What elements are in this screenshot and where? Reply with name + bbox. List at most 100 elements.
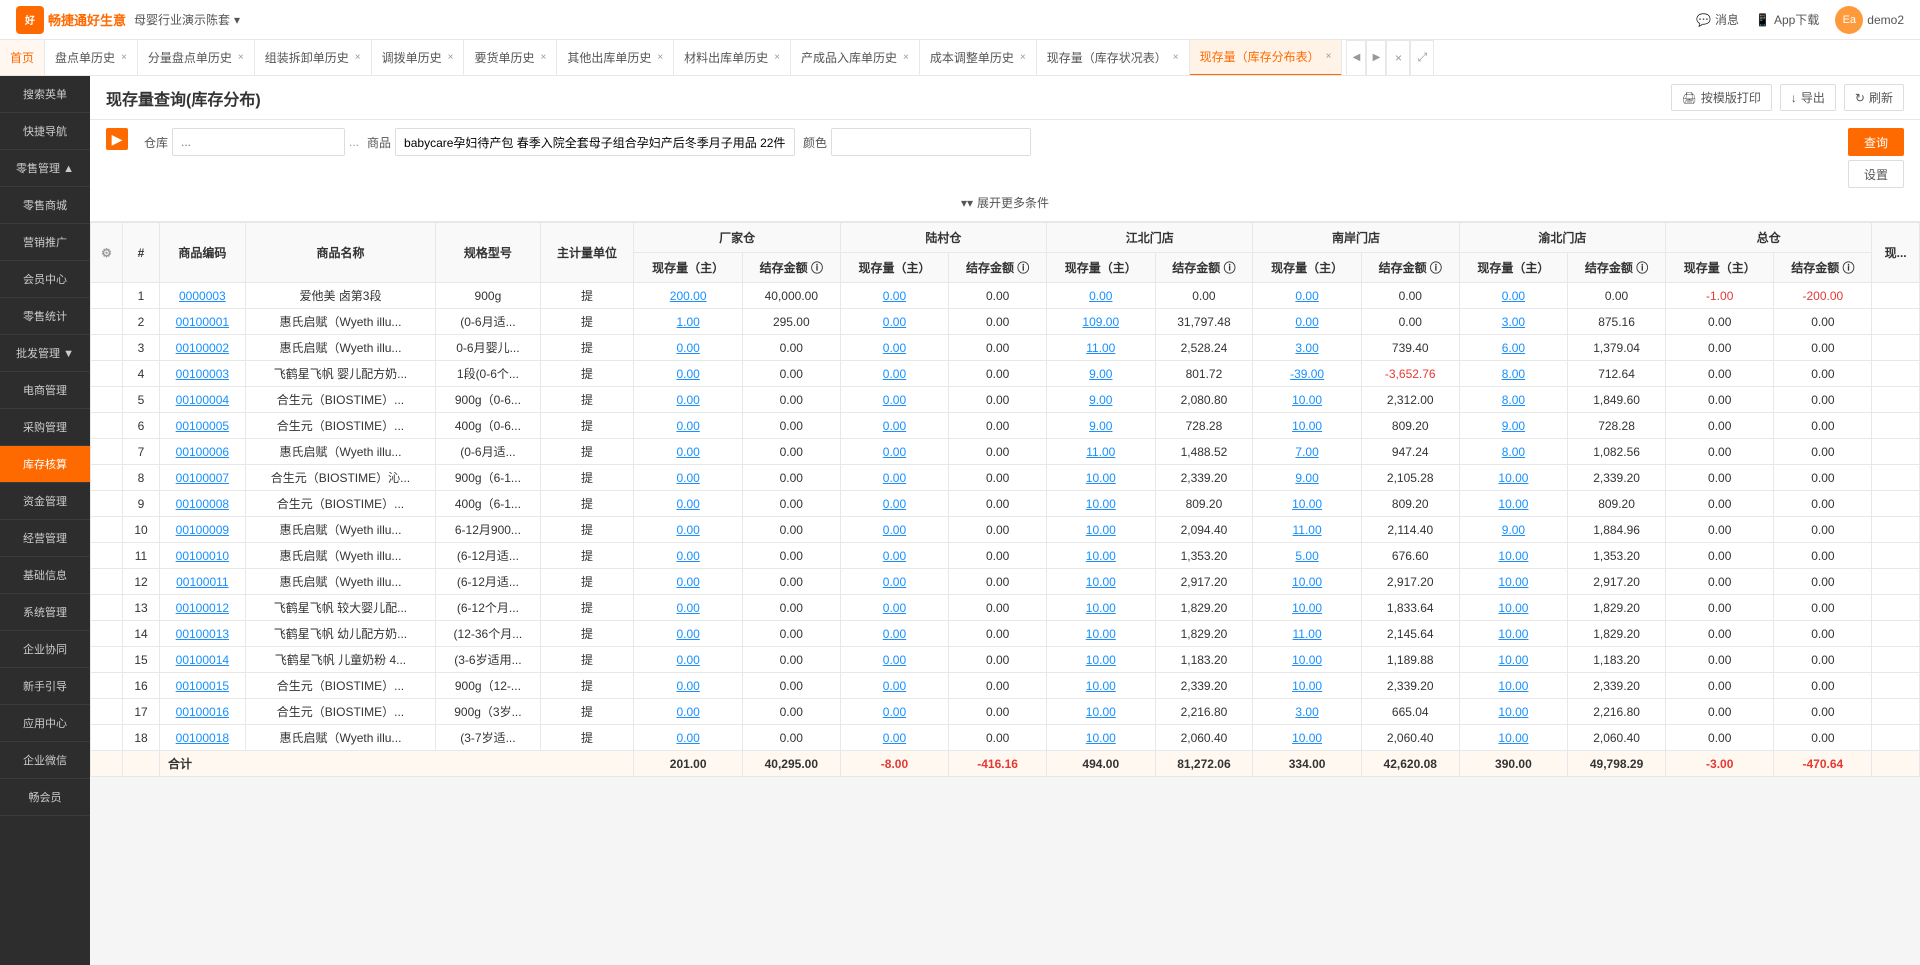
td-extra [1872, 309, 1920, 335]
sidebar-item-member2[interactable]: 畅会员 [0, 779, 90, 816]
export-btn[interactable]: ↓ 导出 [1780, 84, 1836, 111]
nav-next-btn[interactable]: ▶ [1366, 40, 1386, 76]
td-l-amount: 0.00 [949, 491, 1047, 517]
tab-cost-adjust[interactable]: 成本调整单历史 × [920, 40, 1037, 76]
sidebar-item-wholesale[interactable]: 批发管理 ▼ [0, 335, 90, 372]
sidebar-item-operation[interactable]: 经营管理 [0, 520, 90, 557]
sidebar-item-appcenter[interactable]: 应用中心 [0, 705, 90, 742]
td-index: 14 [123, 621, 160, 647]
refresh-icon: ↻ [1855, 91, 1865, 105]
td-na-stock: 3.00 [1253, 335, 1361, 361]
sidebar-item-basic[interactable]: 基础信息 [0, 557, 90, 594]
td-unit: 提 [540, 569, 634, 595]
td-yb-stock: 8.00 [1459, 439, 1567, 465]
warehouse-input[interactable] [172, 128, 345, 156]
tab-other-out[interactable]: 其他出库单历史 × [557, 40, 674, 76]
app-download-btn[interactable]: 📱 App下载 [1755, 11, 1819, 28]
td-code: 00100016 [159, 699, 245, 725]
sidebar-item-guide[interactable]: 新手引导 [0, 668, 90, 705]
td-extra [1872, 491, 1920, 517]
tab-material-out[interactable]: 材料出库单历史 × [674, 40, 791, 76]
close-icon[interactable]: × [903, 52, 909, 63]
close-icon[interactable]: × [1020, 52, 1026, 63]
td-yb-amount: 1,379.04 [1568, 335, 1666, 361]
td-f-amount: 0.00 [742, 465, 840, 491]
close-icon[interactable]: × [1173, 52, 1179, 63]
close-icon[interactable]: × [238, 52, 244, 63]
sidebar-item-finance[interactable]: 资金管理 [0, 483, 90, 520]
td-yb-amount: 2,917.20 [1568, 569, 1666, 595]
sidebar-item-nav-label: 快捷导航 [23, 126, 67, 138]
logo-text: 畅捷通好生意 [48, 10, 126, 29]
close-icon[interactable]: × [540, 52, 546, 63]
setting-btn[interactable]: 设置 [1848, 160, 1904, 188]
tab-stock-distribution[interactable]: 现存量（库存分布表） × [1190, 40, 1343, 76]
nav-prev-btn[interactable]: ◀ [1346, 40, 1366, 76]
td-jb-stock: 10.00 [1047, 673, 1155, 699]
tab-requisition[interactable]: 要货单历史 × [464, 40, 557, 76]
sidebar-item-purchase[interactable]: 采购管理 [0, 409, 90, 446]
sidebar-item-member[interactable]: 会员中心 [0, 261, 90, 298]
sidebar-item-inventory[interactable]: 库存核算 [0, 446, 90, 483]
filter-bar: ▶ 仓库 ... 商品 颜色 查询 设置 [90, 120, 1920, 222]
td-name: 惠氏启赋（Wyeth illu... [245, 543, 435, 569]
td-na-amount: 2,339.20 [1361, 673, 1459, 699]
td-t-stock: 0.00 [1666, 439, 1774, 465]
query-btn[interactable]: 查询 [1848, 128, 1904, 156]
td-l-amount: 0.00 [949, 543, 1047, 569]
sidebar-item-retail[interactable]: 零售管理 ▲ [0, 150, 90, 187]
tab-assembly[interactable]: 组装拆卸单历史 × [255, 40, 372, 76]
tab-stock-status[interactable]: 现存量（库存状况表） × [1037, 40, 1190, 76]
td-na-amount: 1,833.64 [1361, 595, 1459, 621]
sidebar-item-mall[interactable]: 零售商城 [0, 187, 90, 224]
expand-conditions-btn[interactable]: ▾▾ 展开更多条件 [953, 192, 1057, 213]
td-unit: 提 [540, 413, 634, 439]
close-icon[interactable]: × [355, 52, 361, 63]
nav-close-all-btn[interactable]: × [1386, 40, 1410, 76]
tab-home[interactable]: 首页 [0, 40, 45, 76]
warehouse-dots[interactable]: ... [349, 135, 359, 149]
store-selector[interactable]: 母婴行业演示陈套 ▾ [134, 11, 240, 28]
sidebar-item-marketing[interactable]: 营销推广 [0, 224, 90, 261]
close-icon[interactable]: × [121, 52, 127, 63]
tab-partial-check[interactable]: 分量盘点单历史 × [138, 40, 255, 76]
sidebar-item-system[interactable]: 系统管理 [0, 594, 90, 631]
message-btn[interactable]: 💬 消息 [1696, 11, 1739, 28]
product-input[interactable] [395, 128, 795, 156]
td-sum-na-stock: 334.00 [1253, 751, 1361, 777]
print-btn[interactable]: 🖨 按模版打印 [1671, 84, 1772, 111]
td-index: 3 [123, 335, 160, 361]
td-na-stock: 10.00 [1253, 387, 1361, 413]
sidebar-item-corp[interactable]: 企业协同 [0, 631, 90, 668]
td-na-stock: 10.00 [1253, 647, 1361, 673]
td-yb-stock: 8.00 [1459, 361, 1567, 387]
sidebar-item-search[interactable]: 搜索英单 [0, 76, 90, 113]
close-icon[interactable]: × [774, 52, 780, 63]
sidebar-item-ecommerce[interactable]: 电商管理 [0, 372, 90, 409]
close-icon[interactable]: × [1326, 51, 1332, 62]
td-checkbox [91, 725, 123, 751]
nav-expand-btn[interactable]: ⤢ [1410, 40, 1434, 76]
td-code: 00100012 [159, 595, 245, 621]
td-na-stock: 7.00 [1253, 439, 1361, 465]
close-icon[interactable]: × [657, 52, 663, 63]
table-row: 18 00100018 惠氏启赋（Wyeth illu... (3-7岁适...… [91, 725, 1920, 751]
tab-transfer[interactable]: 调拨单历史 × [372, 40, 465, 76]
td-index: 12 [123, 569, 160, 595]
td-na-stock: 9.00 [1253, 465, 1361, 491]
sidebar-item-wechat[interactable]: 企业微信 [0, 742, 90, 779]
sidebar-item-nav[interactable]: 快捷导航 [0, 113, 90, 150]
close-icon[interactable]: × [448, 52, 454, 63]
td-na-stock: 10.00 [1253, 725, 1361, 751]
sidebar-item-stats[interactable]: 零售统计 [0, 298, 90, 335]
refresh-btn[interactable]: ↻ 刷新 [1844, 84, 1904, 111]
filter-toggle-btn[interactable]: ▶ [106, 128, 128, 150]
tab-inventory-check[interactable]: 盘点单历史 × [45, 40, 138, 76]
message-icon: 💬 [1696, 13, 1711, 27]
td-jb-stock: 9.00 [1047, 387, 1155, 413]
td-yb-stock: 10.00 [1459, 699, 1567, 725]
settings-icon[interactable]: ⚙ [101, 246, 112, 260]
tab-product-in[interactable]: 产成品入库单历史 × [791, 40, 920, 76]
color-input[interactable] [831, 128, 1031, 156]
user-area[interactable]: Ea demo2 [1835, 6, 1904, 34]
